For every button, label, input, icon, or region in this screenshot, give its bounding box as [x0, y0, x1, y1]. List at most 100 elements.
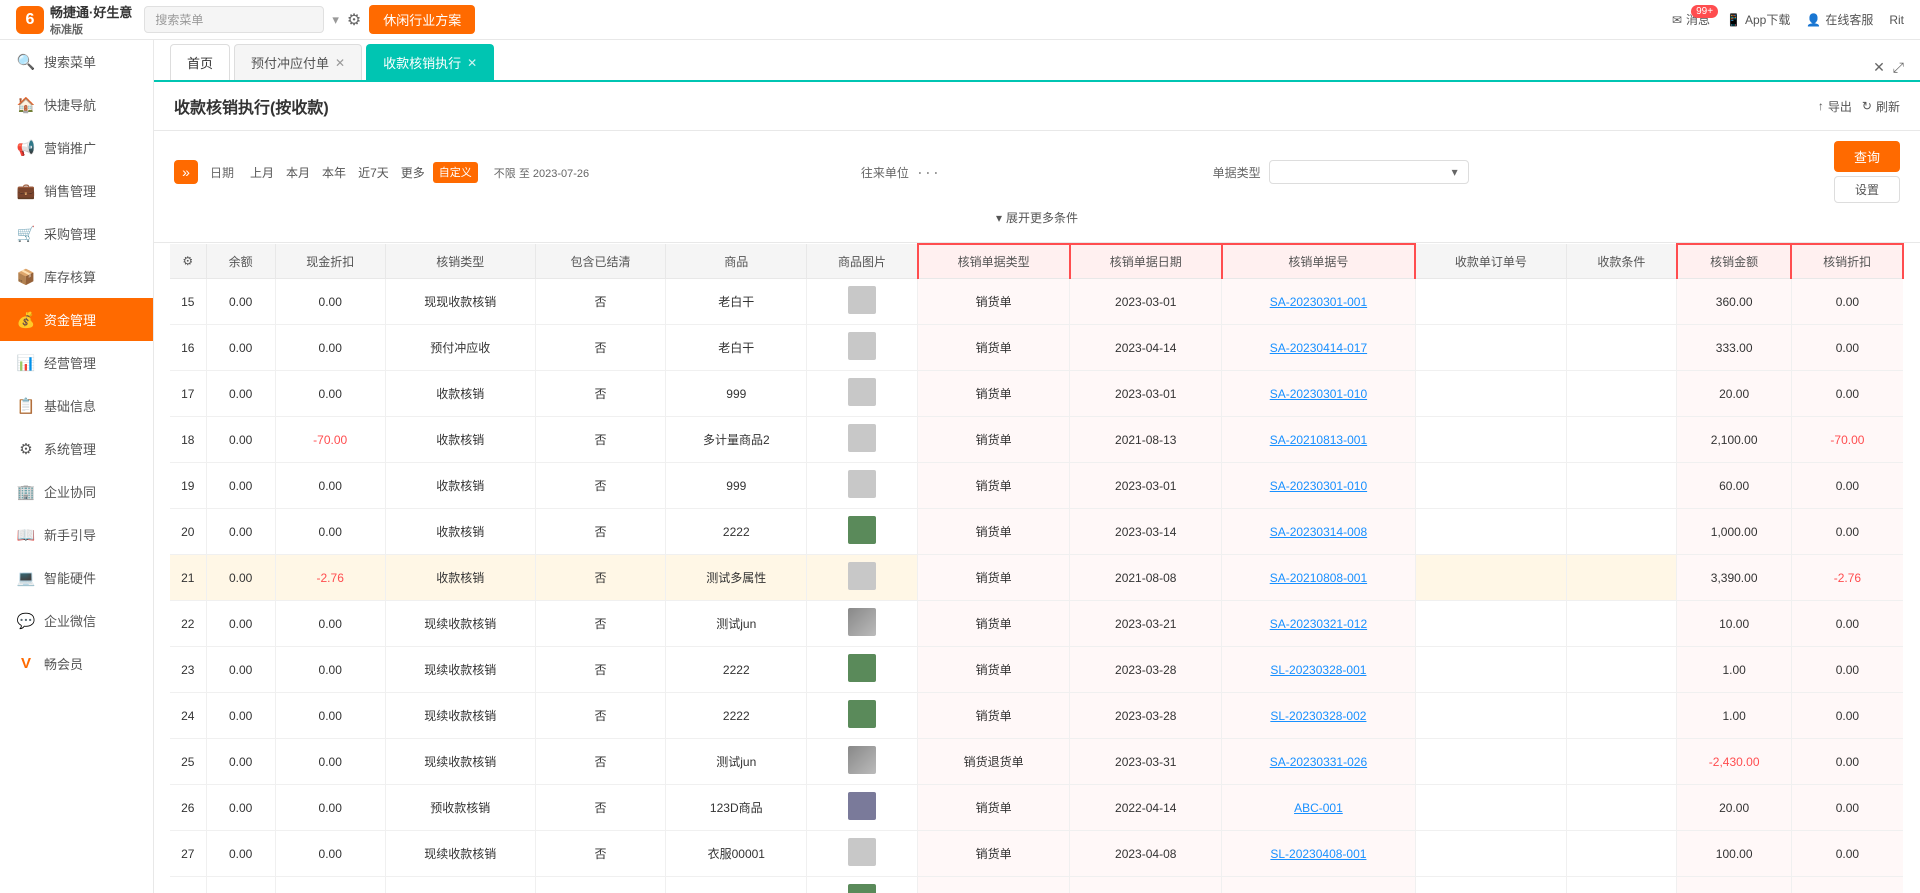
goods-thumbnail	[848, 654, 876, 682]
maximize-icon[interactable]: ⤢	[1893, 59, 1904, 76]
goods-image-cell	[807, 785, 918, 831]
tab-prepay-close[interactable]: ✕	[335, 56, 345, 70]
write-off-amount-cell: 333.00	[1677, 325, 1791, 371]
sidebar-item-vip[interactable]: V 畅会员	[0, 642, 153, 685]
date-7days[interactable]: 近7天	[354, 162, 393, 183]
table-row: 220.000.00现续收款核销否测试jun销货单2023-03-21SA-20…	[170, 601, 1903, 647]
solution-button[interactable]: 休闲行业方案	[369, 5, 475, 34]
bill-type-cell: 销货单	[918, 279, 1070, 325]
sidebar-item-wechat[interactable]: 💬 企业微信	[0, 599, 153, 642]
receipt-condition-cell	[1566, 463, 1677, 509]
filter-toggle-button[interactable]: »	[174, 160, 198, 184]
user-account[interactable]: Rit	[1889, 13, 1904, 27]
date-current-month[interactable]: 本月	[282, 162, 314, 183]
settings-button[interactable]: 设置	[1834, 176, 1900, 203]
sidebar-item-system[interactable]: ⚙ 系统管理	[0, 427, 153, 470]
sidebar-item-sales[interactable]: 💼 销售管理	[0, 169, 153, 212]
tab-prepay[interactable]: 预付冲应付单 ✕	[234, 44, 362, 80]
gear-icon[interactable]: ⚙	[347, 10, 361, 30]
bill-type-cell: 销货单	[918, 647, 1070, 693]
tab-collection-write-off[interactable]: 收款核销执行 ✕	[366, 44, 494, 80]
home-icon: 🏠	[16, 96, 36, 114]
msg-icon: ✉	[1672, 13, 1682, 27]
bill-date-cell: 2023-04-14	[1070, 325, 1222, 371]
table-row: 150.000.00现现收款核销否老白干销货单2023-03-01SA-2023…	[170, 279, 1903, 325]
message-button[interactable]: ✉ 消息 99+	[1672, 11, 1710, 28]
sidebar-item-search[interactable]: 🔍 搜索菜单	[0, 40, 153, 83]
bill-no-cell[interactable]: ABC-001	[1222, 785, 1415, 831]
search-box: 搜索菜单	[144, 6, 324, 33]
bill-no-cell[interactable]: SA-20230321-012	[1222, 601, 1415, 647]
tab-bar-actions: ✕ ⤢	[1873, 59, 1904, 80]
bill-no-cell[interactable]: SL-20230328-002	[1222, 693, 1415, 739]
write-off-type-cell: 现续收款核销	[385, 647, 535, 693]
vip-icon: V	[16, 655, 36, 672]
purchase-icon: 🛒	[16, 225, 36, 243]
bill-no-cell[interactable]: SA-20230314-008	[1222, 509, 1415, 555]
date-current-year[interactable]: 本年	[318, 162, 350, 183]
expand-more-button[interactable]: ▾ 展开更多条件	[174, 203, 1900, 232]
receipt-condition-cell	[1566, 417, 1677, 463]
bill-no-cell[interactable]: SA-20210813-001	[1222, 417, 1415, 463]
table-row: 160.000.00预付冲应收否老白干销货单2023-04-14SA-20230…	[170, 325, 1903, 371]
query-button[interactable]: 查询	[1834, 141, 1900, 172]
write-off-amount-cell: 60.00	[1677, 463, 1791, 509]
include-settled-cell: 否	[535, 739, 665, 785]
write-off-discount-cell: 0.00	[1791, 601, 1903, 647]
tab-home-label: 首页	[187, 53, 213, 72]
date-custom-button[interactable]: 自定义	[433, 162, 478, 183]
app-download-button[interactable]: 📱 App下载	[1726, 11, 1790, 28]
bill-type-cell: 销货单	[918, 785, 1070, 831]
include-settled-cell: 否	[535, 371, 665, 417]
goods-thumbnail	[848, 424, 876, 452]
sidebar-item-enterprise[interactable]: 🏢 企业协同	[0, 470, 153, 513]
dropdown-icon[interactable]: ▾	[332, 12, 339, 28]
main-layout: 🔍 搜索菜单 🏠 快捷导航 📢 营销推广 💼 销售管理 🛒 采购管理 📦 库存核…	[0, 40, 1920, 893]
bill-no-cell[interactable]: SA-20230331-026	[1222, 739, 1415, 785]
close-tab-icon[interactable]: ✕	[1873, 59, 1885, 76]
bill-type-cell: 销货单	[918, 693, 1070, 739]
bill-no-cell[interactable]: SL-20230328-001	[1222, 647, 1415, 693]
sidebar-item-finance[interactable]: 💰 资金管理	[0, 298, 153, 341]
receipt-order-no-cell	[1415, 739, 1566, 785]
sidebar-item-inventory[interactable]: 📦 库存核算	[0, 255, 153, 298]
goods-thumbnail	[848, 608, 876, 636]
write-off-type-cell: 收款核销	[385, 417, 535, 463]
table-area: ⚙ 余额 现金折扣 核销类型 包含已结清 商品 商品图片 核销单据类型 核销单据…	[154, 243, 1920, 893]
balance-cell: 0.00	[206, 555, 275, 601]
tab-home[interactable]: 首页	[170, 44, 230, 80]
date-more[interactable]: 更多	[397, 162, 429, 183]
bill-type-select[interactable]: ▾	[1269, 160, 1469, 184]
sidebar-item-marketing[interactable]: 📢 营销推广	[0, 126, 153, 169]
export-button[interactable]: ↑ 导出	[1818, 98, 1852, 115]
settings-icon[interactable]: ⚙	[182, 254, 193, 268]
bill-date-cell: 2023-03-01	[1070, 371, 1222, 417]
sidebar-item-guide[interactable]: 📖 新手引导	[0, 513, 153, 556]
bill-no-cell[interactable]: SA-20210808-001	[1222, 555, 1415, 601]
bill-no-cell[interactable]: SA-20230301-001	[1222, 279, 1415, 325]
sidebar-item-basic[interactable]: 📋 基础信息	[0, 384, 153, 427]
bill-no-cell[interactable]: SL-20230408-001	[1222, 831, 1415, 877]
receipt-order-no-cell	[1415, 463, 1566, 509]
col-header-settings[interactable]: ⚙	[170, 244, 206, 279]
bill-no-cell[interactable]: SA-20230301-010	[1222, 463, 1415, 509]
date-prev-month[interactable]: 上月	[246, 162, 278, 183]
sidebar-item-quick-nav[interactable]: 🏠 快捷导航	[0, 83, 153, 126]
bill-no-cell[interactable]: SL-20230418-001	[1222, 877, 1415, 893]
tab-collection-write-off-close[interactable]: ✕	[467, 56, 477, 70]
sidebar-item-purchase[interactable]: 🛒 采购管理	[0, 212, 153, 255]
sidebar-item-operations[interactable]: 📊 经营管理	[0, 341, 153, 384]
bill-date-cell: 2023-03-01	[1070, 279, 1222, 325]
sidebar-item-hardware[interactable]: 💻 智能硬件	[0, 556, 153, 599]
refresh-button[interactable]: ↻ 刷新	[1862, 98, 1900, 115]
bill-no-cell[interactable]: SA-20230414-017	[1222, 325, 1415, 371]
write-off-type-cell: 现续收款核销	[385, 601, 535, 647]
balance-cell: 0.00	[206, 831, 275, 877]
page-header: 收款核销执行(按收款) ↑ 导出 ↻ 刷新	[154, 82, 1920, 131]
write-off-discount-cell: 0.00	[1791, 831, 1903, 877]
write-off-discount-cell: 0.00	[1791, 509, 1903, 555]
row-number: 17	[170, 371, 206, 417]
bill-no-cell[interactable]: SA-20230301-010	[1222, 371, 1415, 417]
write-off-discount-cell: 0.00	[1791, 325, 1903, 371]
online-service-button[interactable]: 👤 在线客服	[1806, 11, 1873, 28]
